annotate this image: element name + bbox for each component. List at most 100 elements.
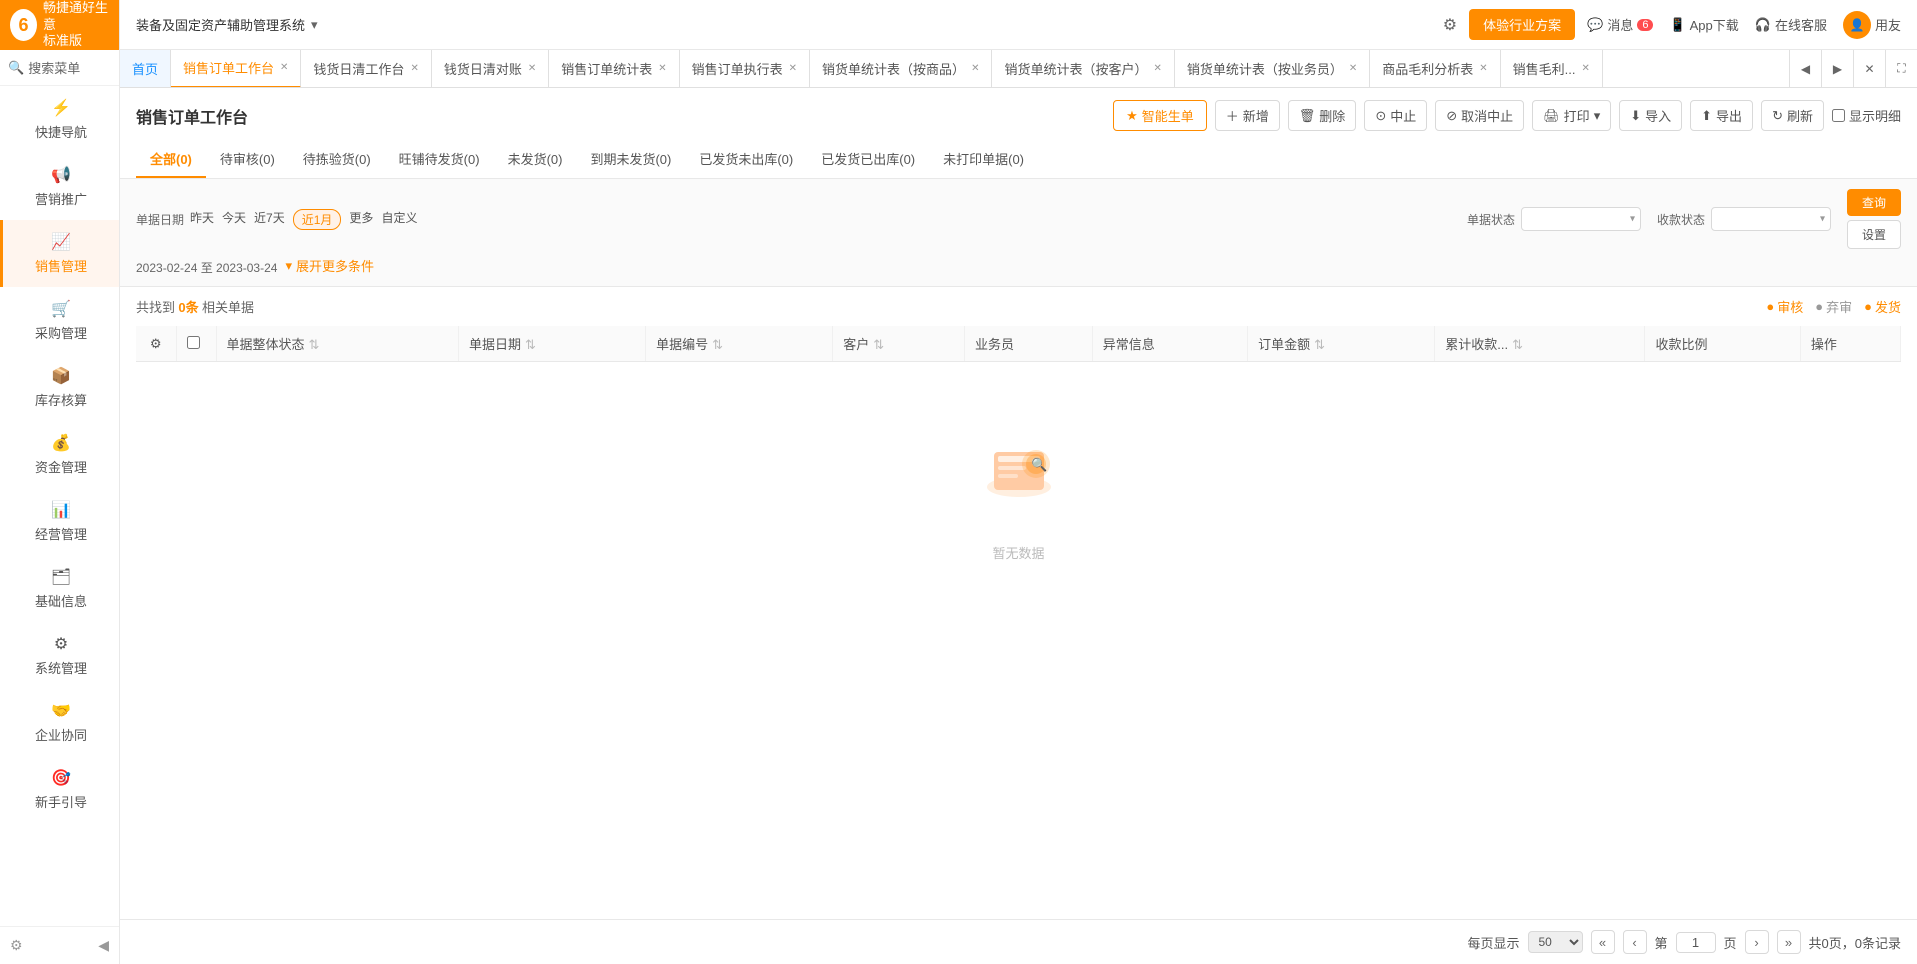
sidebar-item-0[interactable]: ⚡快捷导航	[0, 86, 119, 153]
sort-icon-6[interactable]: ⇅	[1314, 337, 1325, 352]
sub-tab-6[interactable]: 已发货未出库(0)	[685, 141, 807, 178]
sub-tab-0[interactable]: 全部(0)	[136, 141, 206, 178]
tab-9[interactable]: 商品毛利分析表✕	[1370, 50, 1500, 88]
sort-icon-3[interactable]: ⇅	[873, 337, 884, 352]
tab-close-4[interactable]: ✕	[658, 63, 666, 74]
tab-label-8: 销货单统计表（按业务员）	[1187, 59, 1343, 78]
date-link-2[interactable]: 近7天	[254, 209, 285, 230]
date-link-0[interactable]: 昨天	[190, 209, 214, 230]
tab-close-9[interactable]: ✕	[1479, 63, 1487, 74]
message-btn[interactable]: 💬 消息 6	[1587, 15, 1653, 34]
page-size-select[interactable]: 50 10 20 100	[1528, 931, 1583, 953]
th-label-7: 累计收款...	[1445, 337, 1508, 352]
date-link-3[interactable]: 近1月	[293, 209, 342, 230]
tab-close-5[interactable]: ✕	[789, 63, 797, 74]
review-action-btn[interactable]: ● 审核	[1766, 297, 1803, 316]
date-link-4[interactable]: 更多	[349, 209, 373, 230]
sidebar-item-6[interactable]: 📊经营管理	[0, 488, 119, 555]
tab-close-8[interactable]: ✕	[1349, 63, 1357, 74]
tab-1[interactable]: 销售订单工作台✕	[171, 50, 301, 88]
set-btn[interactable]: 设置	[1847, 220, 1901, 249]
tab-6[interactable]: 销货单统计表（按商品）✕	[810, 50, 992, 88]
page-first-btn[interactable]: «	[1591, 930, 1615, 954]
industry-btn[interactable]: 体验行业方案	[1469, 9, 1575, 40]
page-last-btn[interactable]: »	[1777, 930, 1801, 954]
import-btn[interactable]: ⬇ 导入	[1619, 100, 1682, 131]
status-select[interactable]	[1521, 207, 1641, 231]
sort-icon-2[interactable]: ⇅	[712, 337, 723, 352]
page-prev-btn[interactable]: ‹	[1623, 930, 1647, 954]
sidebar-search[interactable]: 🔍 搜索菜单	[0, 50, 119, 86]
export-btn[interactable]: ⬆ 导出	[1690, 100, 1753, 131]
sidebar-item-3[interactable]: 🛒采购管理	[0, 287, 119, 354]
tab-close-2[interactable]: ✕	[410, 63, 418, 74]
sidebar-item-5[interactable]: 💰资金管理	[0, 421, 119, 488]
app-download-btn[interactable]: 📱 App下载	[1669, 15, 1738, 34]
topbar-dropdown-icon[interactable]: ▾	[311, 17, 318, 33]
sidebar-item-8[interactable]: ⚙系统管理	[0, 622, 119, 689]
show-detail-toggle[interactable]: 显示明细	[1832, 106, 1901, 125]
sort-icon-7[interactable]: ⇅	[1512, 337, 1523, 352]
sidebar-item-4[interactable]: 📦库存核算	[0, 354, 119, 421]
refresh-btn[interactable]: ↻ 刷新	[1761, 100, 1824, 131]
tab-close-3[interactable]: ✕	[528, 63, 536, 74]
sub-tab-4[interactable]: 未发货(0)	[494, 141, 577, 178]
cancel-pause-btn[interactable]: ⊘ 取消中止	[1435, 100, 1524, 131]
tab-close-10[interactable]: ✕	[1582, 63, 1590, 74]
date-link-1[interactable]: 今天	[222, 209, 246, 230]
show-detail-checkbox[interactable]	[1832, 109, 1845, 122]
page-next-btn[interactable]: ›	[1745, 930, 1769, 954]
tab-close-7[interactable]: ✕	[1153, 63, 1161, 74]
sub-tab-3[interactable]: 旺铺待发货(0)	[385, 141, 494, 178]
collapse-icon[interactable]: ◀	[98, 937, 109, 954]
nav-icon-6: 📊	[51, 500, 71, 520]
smart-btn[interactable]: ★ 智能生单	[1113, 100, 1207, 131]
sub-tab-5[interactable]: 到期未发货(0)	[576, 141, 685, 178]
tab-maximize-btn[interactable]: ⛶	[1885, 50, 1917, 88]
tab-4[interactable]: 销售订单统计表✕	[549, 50, 679, 88]
ship-icon: ●	[1864, 299, 1872, 314]
sub-tab-7[interactable]: 已发货已出库(0)	[807, 141, 929, 178]
query-btn[interactable]: 查询	[1847, 189, 1901, 216]
tab-8[interactable]: 销货单统计表（按业务员） ✕	[1175, 50, 1370, 88]
tab-3[interactable]: 钱货日清对账✕	[432, 50, 549, 88]
page-number-input[interactable]	[1676, 932, 1716, 953]
sidebar-item-2[interactable]: 📈销售管理	[0, 220, 119, 287]
topbar-gear-icon[interactable]: ⚙	[1443, 15, 1457, 35]
tab-10[interactable]: 销售毛利...✕	[1501, 50, 1603, 88]
online-service-btn[interactable]: 🎧 在线客服	[1755, 15, 1827, 34]
cancel-review-action-btn[interactable]: ● 弃审	[1815, 297, 1852, 316]
tab-2[interactable]: 钱货日清工作台✕	[301, 50, 431, 88]
print-btn[interactable]: 🖨 打印 ▾	[1532, 100, 1611, 131]
pause-btn[interactable]: ⊙ 中止	[1364, 100, 1427, 131]
tab-7[interactable]: 销货单统计表（按客户）✕	[992, 50, 1174, 88]
ship-action-btn[interactable]: ● 发货	[1864, 297, 1901, 316]
user-avatar: 👤	[1843, 11, 1871, 39]
sub-tab-2[interactable]: 待拣验货(0)	[289, 141, 385, 178]
tab-close-1[interactable]: ✕	[280, 62, 288, 73]
th-settings[interactable]: ⚙	[136, 326, 176, 362]
sidebar-item-1[interactable]: 📢营销推广	[0, 153, 119, 220]
settings-icon[interactable]: ⚙	[10, 937, 23, 954]
page-actions: ★ 智能生单 ＋ 新增 🗑 删除 ⊙ 中止	[1113, 100, 1901, 131]
select-all-checkbox[interactable]	[187, 336, 200, 349]
sidebar-item-7[interactable]: 🗂基础信息	[0, 555, 119, 622]
payment-select[interactable]	[1711, 207, 1831, 231]
tab-5[interactable]: 销售订单执行表✕	[680, 50, 810, 88]
sort-icon-0[interactable]: ⇅	[309, 337, 320, 352]
add-btn[interactable]: ＋ 新增	[1215, 100, 1280, 131]
user-btn[interactable]: 👤 用友	[1843, 11, 1901, 39]
sidebar-item-10[interactable]: 🎯新手引导	[0, 756, 119, 823]
date-link-5[interactable]: 自定义	[381, 209, 417, 230]
tab-0[interactable]: 首页	[120, 50, 171, 88]
sub-tab-1[interactable]: 待审核(0)	[206, 141, 289, 178]
tab-close-btn[interactable]: ✕	[1853, 50, 1885, 88]
sidebar-item-9[interactable]: 🤝企业协同	[0, 689, 119, 756]
tab-prev-btn[interactable]: ◀	[1789, 50, 1821, 88]
delete-btn[interactable]: 🗑 删除	[1288, 100, 1357, 131]
tab-next-btn[interactable]: ▶	[1821, 50, 1853, 88]
sort-icon-1[interactable]: ⇅	[525, 337, 536, 352]
expand-btn[interactable]: ▾ 展开更多条件	[285, 256, 374, 275]
sub-tab-8[interactable]: 未打印单据(0)	[929, 141, 1038, 178]
tab-close-6[interactable]: ✕	[971, 63, 979, 74]
